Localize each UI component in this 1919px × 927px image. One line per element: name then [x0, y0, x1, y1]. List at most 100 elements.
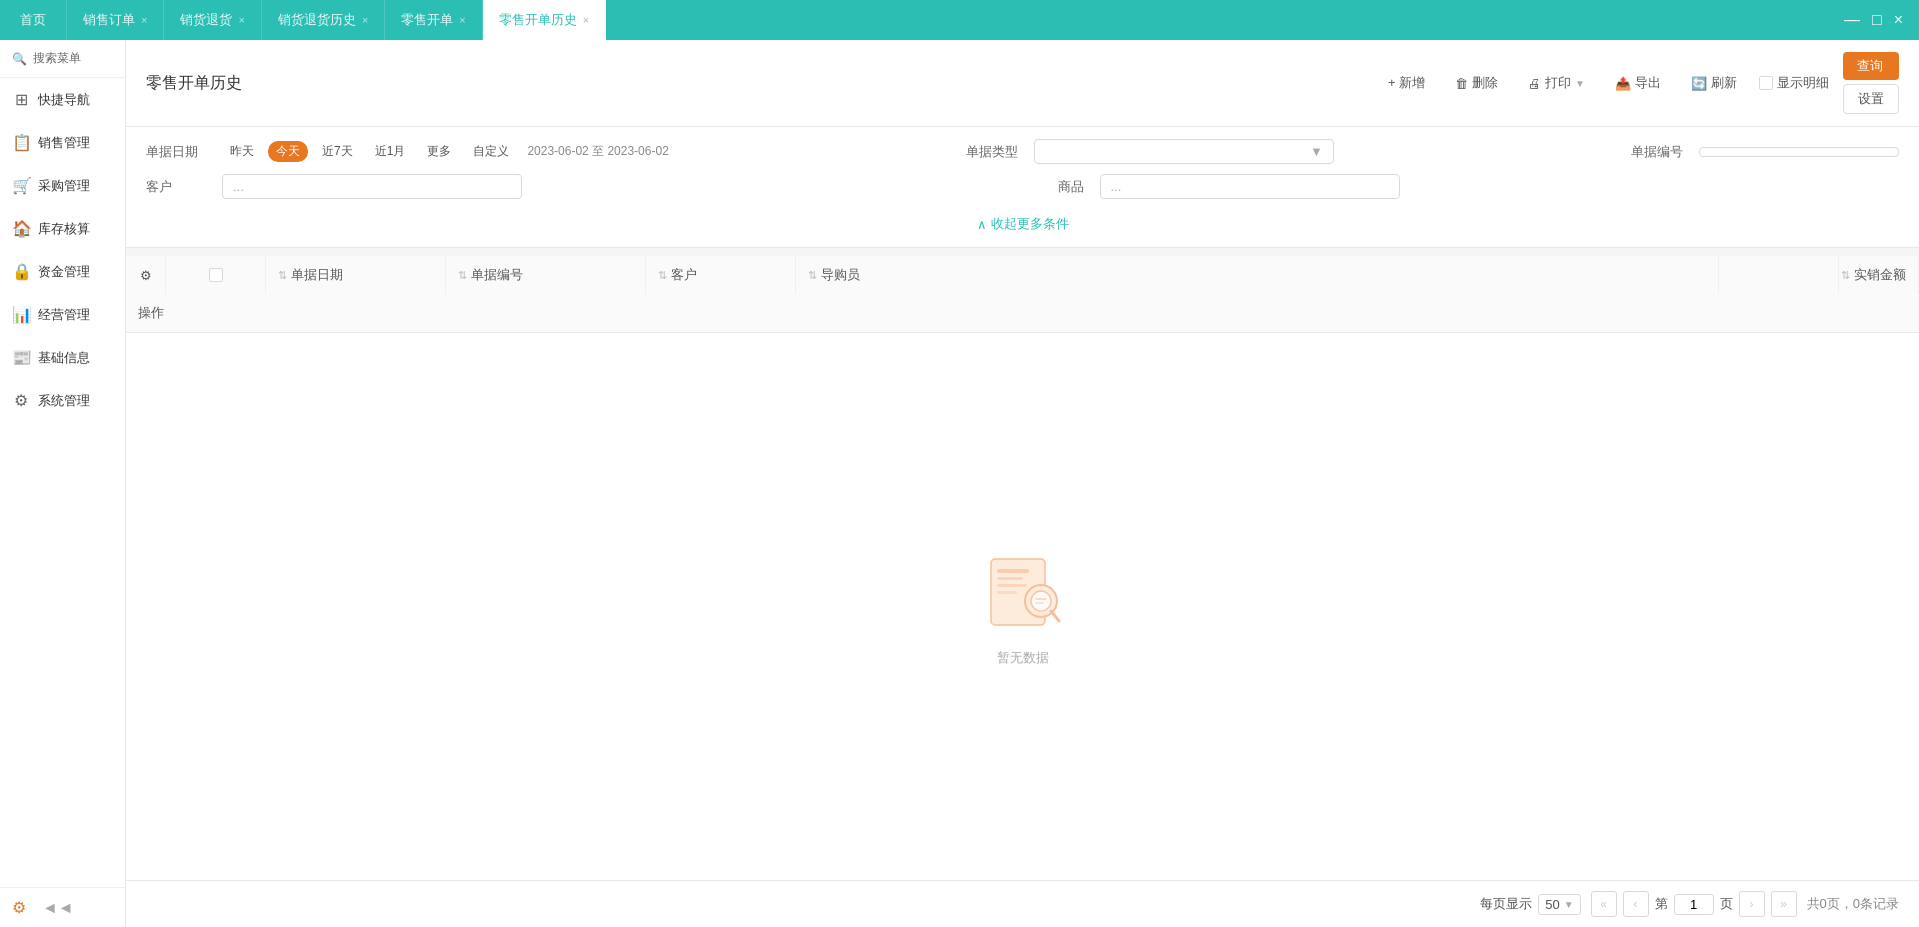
nav-tabs: 首页 销售订单 × 销货退货 × 销货退货历史 × 零售开单 × 零售开单历史 … — [0, 0, 1828, 40]
display-detail-toggle[interactable]: 显示明细 — [1759, 74, 1829, 92]
query-button[interactable]: 查询 — [1843, 52, 1899, 80]
content-area: 零售开单历史 + 新增 🗑 删除 🖨 打印 ▼ 📤 导出 🔄 — [126, 40, 1919, 927]
th-customer[interactable]: ⇅ 客户 — [646, 256, 796, 294]
per-page-value: 50 — [1545, 897, 1559, 912]
select-all-checkbox[interactable] — [209, 268, 223, 282]
th-guide[interactable]: ⇅ 导购员 — [796, 256, 1719, 294]
print-dropdown-icon: ▼ — [1575, 78, 1585, 89]
th-doc-no-icon: ⇅ — [458, 269, 467, 282]
tab-sales-return-history-close[interactable]: × — [362, 14, 368, 26]
query-setting-group: 查询 设置 — [1843, 52, 1899, 114]
sidebar-item-quick-nav-label: 快捷导航 — [38, 91, 90, 109]
customer-filter-label: 客户 — [146, 178, 206, 196]
collapse-filter-btn[interactable]: ∧ 收起更多条件 — [146, 209, 1899, 235]
date-btn-7days[interactable]: 近7天 — [314, 141, 361, 162]
th-doc-date-label: 单据日期 — [291, 266, 343, 284]
tab-sales-return[interactable]: 销货退货 × — [164, 0, 261, 40]
th-doc-date-icon: ⇅ — [278, 269, 287, 282]
print-button[interactable]: 🖨 打印 ▼ — [1520, 70, 1593, 96]
display-detail-checkbox[interactable] — [1759, 76, 1773, 90]
per-page-arrow: ▼ — [1564, 899, 1574, 910]
export-button[interactable]: 📤 导出 — [1607, 70, 1669, 96]
sidebar-item-inventory[interactable]: 🏠 库存核算 — [0, 207, 125, 250]
per-page-label: 每页显示 — [1480, 895, 1532, 913]
sidebar-item-operations[interactable]: 📊 经营管理 — [0, 293, 125, 336]
svg-rect-1 — [997, 569, 1029, 573]
sidebar-item-finance-label: 资金管理 — [38, 263, 90, 281]
doc-type-label: 单据类型 — [966, 143, 1018, 161]
tab-retail-open-history[interactable]: 零售开单历史 × — [483, 0, 606, 40]
date-range-display: 2023-06-02 至 2023-06-02 — [527, 143, 668, 160]
window-close-btn[interactable]: × — [1894, 11, 1903, 29]
tab-sales-return-label: 销货退货 — [180, 11, 232, 29]
tab-retail-open-history-label: 零售开单历史 — [499, 11, 577, 29]
tab-sales-order[interactable]: 销售订单 × — [67, 0, 164, 40]
quick-nav-icon: ⊞ — [12, 90, 30, 109]
inventory-icon: 🏠 — [12, 219, 30, 238]
sidebar-item-sales-mgmt[interactable]: 📋 销售管理 — [0, 121, 125, 164]
sidebar-item-system-label: 系统管理 — [38, 392, 90, 410]
tab-sales-return-history[interactable]: 销货退货历史 × — [262, 0, 385, 40]
sidebar-search[interactable]: 🔍 搜索菜单 — [0, 40, 125, 78]
sidebar-search-inner[interactable]: 🔍 搜索菜单 — [12, 50, 113, 67]
th-operations-label: 操作 — [138, 304, 164, 322]
tab-home-label: 首页 — [20, 11, 46, 29]
th-doc-no-label: 单据编号 — [471, 266, 523, 284]
refresh-button[interactable]: 🔄 刷新 — [1683, 70, 1745, 96]
date-filter-label: 单据日期 — [146, 143, 206, 161]
svg-rect-4 — [997, 591, 1017, 594]
prev-page-btn[interactable]: ‹ — [1623, 891, 1649, 917]
column-settings-icon[interactable]: ⚙ — [140, 268, 152, 283]
add-button[interactable]: + 新增 — [1380, 70, 1433, 96]
export-icon: 📤 — [1615, 76, 1631, 91]
sidebar-settings-icon[interactable]: ⚙ — [12, 898, 26, 917]
date-btn-more[interactable]: 更多 — [419, 141, 459, 162]
pagination: 每页显示 50 ▼ « ‹ 第 页 › » 共0页，0条记录 — [126, 880, 1919, 927]
date-btn-custom[interactable]: 自定义 — [465, 141, 517, 162]
empty-state: 暂无数据 — [973, 547, 1073, 667]
sidebar-item-basic-info[interactable]: 📰 基础信息 — [0, 336, 125, 379]
th-doc-no[interactable]: ⇅ 单据编号 — [446, 256, 646, 294]
last-page-btn[interactable]: » — [1771, 891, 1797, 917]
date-btn-yesterday[interactable]: 昨天 — [222, 141, 262, 162]
table-wrapper: ⚙ ⇅ 单据日期 ⇅ 单据编号 ⇅ 客户 ⇅ — [126, 256, 1919, 927]
date-btn-today[interactable]: 今天 — [268, 141, 308, 162]
tab-sales-return-close[interactable]: × — [238, 14, 244, 26]
date-btn-1month[interactable]: 近1月 — [367, 141, 414, 162]
setting-button[interactable]: 设置 — [1843, 84, 1899, 114]
svg-rect-3 — [997, 584, 1027, 587]
th-customer-icon: ⇅ — [658, 269, 667, 282]
window-min-btn[interactable]: — — [1844, 11, 1860, 29]
doc-type-select[interactable]: ▼ — [1034, 139, 1334, 164]
top-nav: 首页 销售订单 × 销货退货 × 销货退货历史 × 零售开单 × 零售开单历史 … — [0, 0, 1919, 40]
th-customer-label: 客户 — [671, 266, 697, 284]
customer-input[interactable]: ... — [222, 174, 522, 199]
sidebar-item-purchase-mgmt[interactable]: 🛒 采购管理 — [0, 164, 125, 207]
filter-row-2: 客户 ... 商品 ... — [146, 174, 1899, 199]
window-max-btn[interactable]: □ — [1872, 11, 1882, 29]
first-page-btn[interactable]: « — [1591, 891, 1617, 917]
sidebar: 🔍 搜索菜单 ⊞ 快捷导航 📋 销售管理 🛒 采购管理 🏠 库存核算 🔒 资金管… — [0, 40, 126, 927]
per-page-select[interactable]: 50 ▼ — [1538, 894, 1580, 915]
tab-sales-order-close[interactable]: × — [141, 14, 147, 26]
delete-button[interactable]: 🗑 删除 — [1447, 70, 1506, 96]
th-actual-amount[interactable]: ⇅ 实销金额 — [1839, 256, 1919, 294]
th-doc-date[interactable]: ⇅ 单据日期 — [266, 256, 446, 294]
sidebar-item-quick-nav[interactable]: ⊞ 快捷导航 — [0, 78, 125, 121]
page-input[interactable] — [1674, 894, 1714, 915]
next-page-btn[interactable]: › — [1739, 891, 1765, 917]
sidebar-item-system[interactable]: ⚙ 系统管理 — [0, 379, 125, 422]
tab-home[interactable]: 首页 — [0, 0, 67, 40]
sidebar-collapse-icon[interactable]: ◄◄ — [42, 899, 74, 917]
tab-retail-open[interactable]: 零售开单 × — [385, 0, 482, 40]
system-icon: ⚙ — [12, 391, 30, 410]
tab-retail-open-history-close[interactable]: × — [583, 14, 589, 26]
goods-input[interactable]: ... — [1100, 174, 1400, 199]
sidebar-item-finance[interactable]: 🔒 资金管理 — [0, 250, 125, 293]
doc-no-input[interactable] — [1699, 147, 1899, 157]
page-prefix-label: 第 — [1655, 895, 1668, 913]
th-settings[interactable]: ⚙ — [126, 256, 166, 294]
pagination-controls: « ‹ 第 页 › » — [1591, 891, 1797, 917]
tab-retail-open-close[interactable]: × — [459, 14, 465, 26]
th-checkbox[interactable] — [166, 256, 266, 294]
